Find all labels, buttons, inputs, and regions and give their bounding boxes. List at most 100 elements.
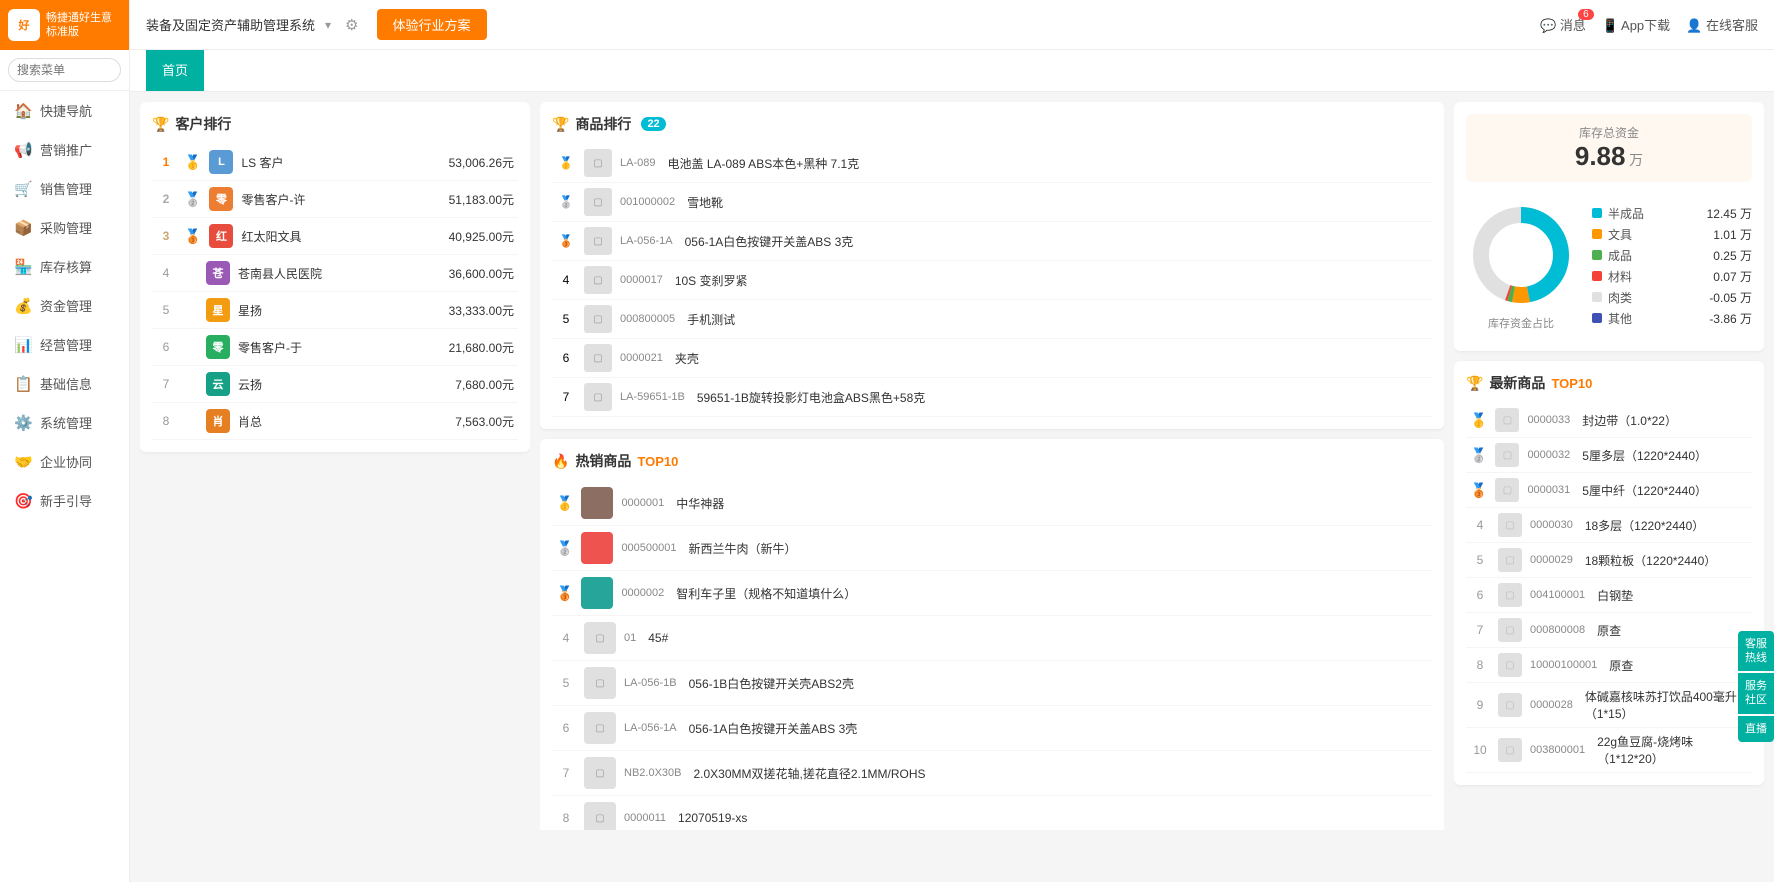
new-product-item: 6 ▢ 004100001 白钢垫: [1466, 578, 1752, 613]
customer-value: 53,006.26元: [449, 154, 514, 171]
rank-number: 4: [156, 266, 176, 280]
product-rank-item: 🥇 ▢ LA-089 电池盖 LA-089 ABS本色+黑种 7.1克: [552, 144, 1432, 183]
sales-icon: 🛒: [14, 180, 32, 198]
product-code: 0000021: [620, 352, 663, 364]
new-prod-code: 0000030: [1530, 519, 1573, 531]
sidebar-item-marketing[interactable]: 📢 营销推广: [0, 130, 129, 169]
legend-item: 其他 -3.86 万: [1592, 308, 1752, 329]
customer-name: 零售客户-于: [238, 339, 441, 356]
new-medal-icon: 🥉: [1470, 482, 1487, 499]
inventory-total: 库存总资金 9.88 万: [1466, 114, 1752, 182]
customer-avatar: 苍: [206, 261, 230, 285]
trial-btn[interactable]: 体验行业方案: [377, 9, 487, 40]
legend-name: 成品: [1608, 247, 1707, 264]
hot-product-item: 🥇 0000001 中华神器: [552, 481, 1432, 526]
legend-value: -0.05 万: [1709, 289, 1752, 306]
new-prod-img: ▢: [1495, 443, 1519, 467]
topbar: 装备及固定资产辅助管理系统 ▾ ⚙ 体验行业方案 💬 消息 6 📱 App下载 …: [130, 0, 1774, 50]
float-buttons: 客服热线 服务社区 直播: [1738, 631, 1774, 742]
hot-prod-name: 056-1A白色按键开关盖ABS 3壳: [689, 720, 1428, 737]
sidebar-item-label: 系统管理: [40, 413, 92, 432]
new-prod-code: 004100001: [1530, 589, 1585, 601]
donut-chart: [1466, 200, 1576, 310]
sidebar-item-label: 经营管理: [40, 335, 92, 354]
hot-prod-img: ▢: [584, 622, 616, 654]
product-rank-list: 🥇 ▢ LA-089 电池盖 LA-089 ABS本色+黑种 7.1克 🥈 ▢ …: [552, 144, 1432, 417]
new-prod-code: 0000031: [1527, 484, 1570, 496]
product-rank-item: 6 ▢ 0000021 夹壳: [552, 339, 1432, 378]
inventory-icon: 🏪: [14, 258, 32, 276]
sidebar-item-coop[interactable]: 🤝 企业协同: [0, 442, 129, 481]
customer-value: 36,600.00元: [449, 265, 514, 282]
new-products-card: 🏆 最新商品 TOP10 🥇 ▢ 0000033 封边带（1.0*22） 🥈 ▢…: [1454, 361, 1764, 785]
customer-name: 苍南县人民医院: [238, 265, 441, 282]
rank-number: 5: [156, 303, 176, 317]
hot-prod-img: ▢: [584, 667, 616, 699]
sidebar-item-system[interactable]: ⚙️ 系统管理: [0, 403, 129, 442]
new-prod-code: 000800008: [1530, 624, 1585, 636]
sidebar-item-label: 基础信息: [40, 374, 92, 393]
new-product-item: 9 ▢ 0000028 体碱嘉核味苏打饮品400毫升（1*15）: [1466, 683, 1752, 728]
float-btn-community[interactable]: 服务社区: [1738, 673, 1774, 714]
hot-prod-code: LA-056-1A: [624, 722, 677, 734]
sidebar-item-finance[interactable]: 💰 资金管理: [0, 286, 129, 325]
search-input[interactable]: [8, 58, 121, 82]
float-btn-service[interactable]: 客服热线: [1738, 631, 1774, 672]
hot-prod-code: 0000002: [621, 587, 664, 599]
sidebar-item-guide[interactable]: 🎯 新手引导: [0, 481, 129, 520]
sidebar-item-sales[interactable]: 🛒 销售管理: [0, 169, 129, 208]
legend-dot: [1592, 313, 1602, 323]
new-products-title: 🏆 最新商品 TOP10: [1466, 373, 1752, 393]
sidebar-item-operation[interactable]: 📊 经营管理: [0, 325, 129, 364]
new-prod-name: 封边带（1.0*22）: [1582, 412, 1748, 429]
sidebar-item-nav[interactable]: 🏠 快捷导航: [0, 91, 129, 130]
hot-prod-code: 01: [624, 632, 636, 644]
customer-value: 7,680.00元: [455, 376, 514, 393]
settings-icon[interactable]: ⚙: [345, 16, 358, 34]
sidebar-item-inventory[interactable]: 🏪 库存核算: [0, 247, 129, 286]
new-product-item: 10 ▢ 003800001 22g鱼豆腐-烧烤味（1*12*20）: [1466, 728, 1752, 773]
hot-medal-icon: 🥉: [556, 585, 573, 602]
customer-rank-item: 7 云 云扬 7,680.00元: [152, 366, 518, 403]
hot-prod-code: NB2.0X30B: [624, 767, 681, 779]
operation-icon: 📊: [14, 336, 32, 354]
system-icon: ⚙️: [14, 414, 32, 432]
product-rank-item: 4 ▢ 0000017 10S 变刹罗紧: [552, 261, 1432, 300]
customer-ranking-card: 🏆 客户排行 1 🥇 L LS 客户 53,006.26元 2 🥈 零 零售客户…: [140, 102, 530, 452]
hot-rank-num: 7: [556, 766, 576, 780]
tab-home[interactable]: 首页: [146, 50, 204, 91]
customer-avatar: 星: [206, 298, 230, 322]
hot-prod-img: ▢: [584, 712, 616, 744]
new-medal-icon: 🥈: [1470, 447, 1487, 464]
rank-number: 8: [156, 414, 176, 428]
product-name: 手机测试: [687, 311, 1428, 328]
coop-icon: 🤝: [14, 453, 32, 471]
prod-rank-num: 🥇: [556, 156, 576, 170]
message-btn[interactable]: 💬 消息 6: [1540, 15, 1586, 34]
float-btn-live[interactable]: 直播: [1738, 716, 1774, 742]
product-rank-item: 🥉 ▢ LA-056-1A 056-1A白色按键开关盖ABS 3克: [552, 222, 1432, 261]
hot-rank-num: 4: [556, 631, 576, 645]
product-img: ▢: [584, 305, 612, 333]
customer-avatar: 零: [206, 335, 230, 359]
app-download-btn[interactable]: 📱 App下载: [1602, 15, 1670, 34]
new-prod-img: ▢: [1498, 548, 1522, 572]
online-service-btn[interactable]: 👤 在线客服: [1686, 15, 1758, 34]
new-prod-img: ▢: [1498, 653, 1522, 677]
new-rank-num: 8: [1470, 658, 1490, 672]
customer-avatar: 红: [209, 224, 233, 248]
sidebar-item-basic[interactable]: 📋 基础信息: [0, 364, 129, 403]
sidebar-item-purchase[interactable]: 📦 采购管理: [0, 208, 129, 247]
new-prod-code: 0000032: [1527, 449, 1570, 461]
inventory-card: 库存总资金 9.88 万: [1454, 102, 1764, 351]
inventory-legend: 半成品 12.45 万 文具 1.01 万 成品 0.25 万 材料 0.07 …: [1592, 203, 1752, 329]
legend-dot: [1592, 208, 1602, 218]
message-badge: 6: [1578, 9, 1594, 20]
new-prod-img: ▢: [1495, 408, 1519, 432]
customer-rank-item: 3 🥉 红 红太阳文具 40,925.00元: [152, 218, 518, 255]
customer-avatar: 肖: [206, 409, 230, 433]
arrow-down-icon[interactable]: ▾: [325, 18, 331, 32]
product-name: 雪地靴: [687, 194, 1428, 211]
prod-trophy-icon: 🏆: [552, 116, 569, 133]
customer-name: 云扬: [238, 376, 447, 393]
